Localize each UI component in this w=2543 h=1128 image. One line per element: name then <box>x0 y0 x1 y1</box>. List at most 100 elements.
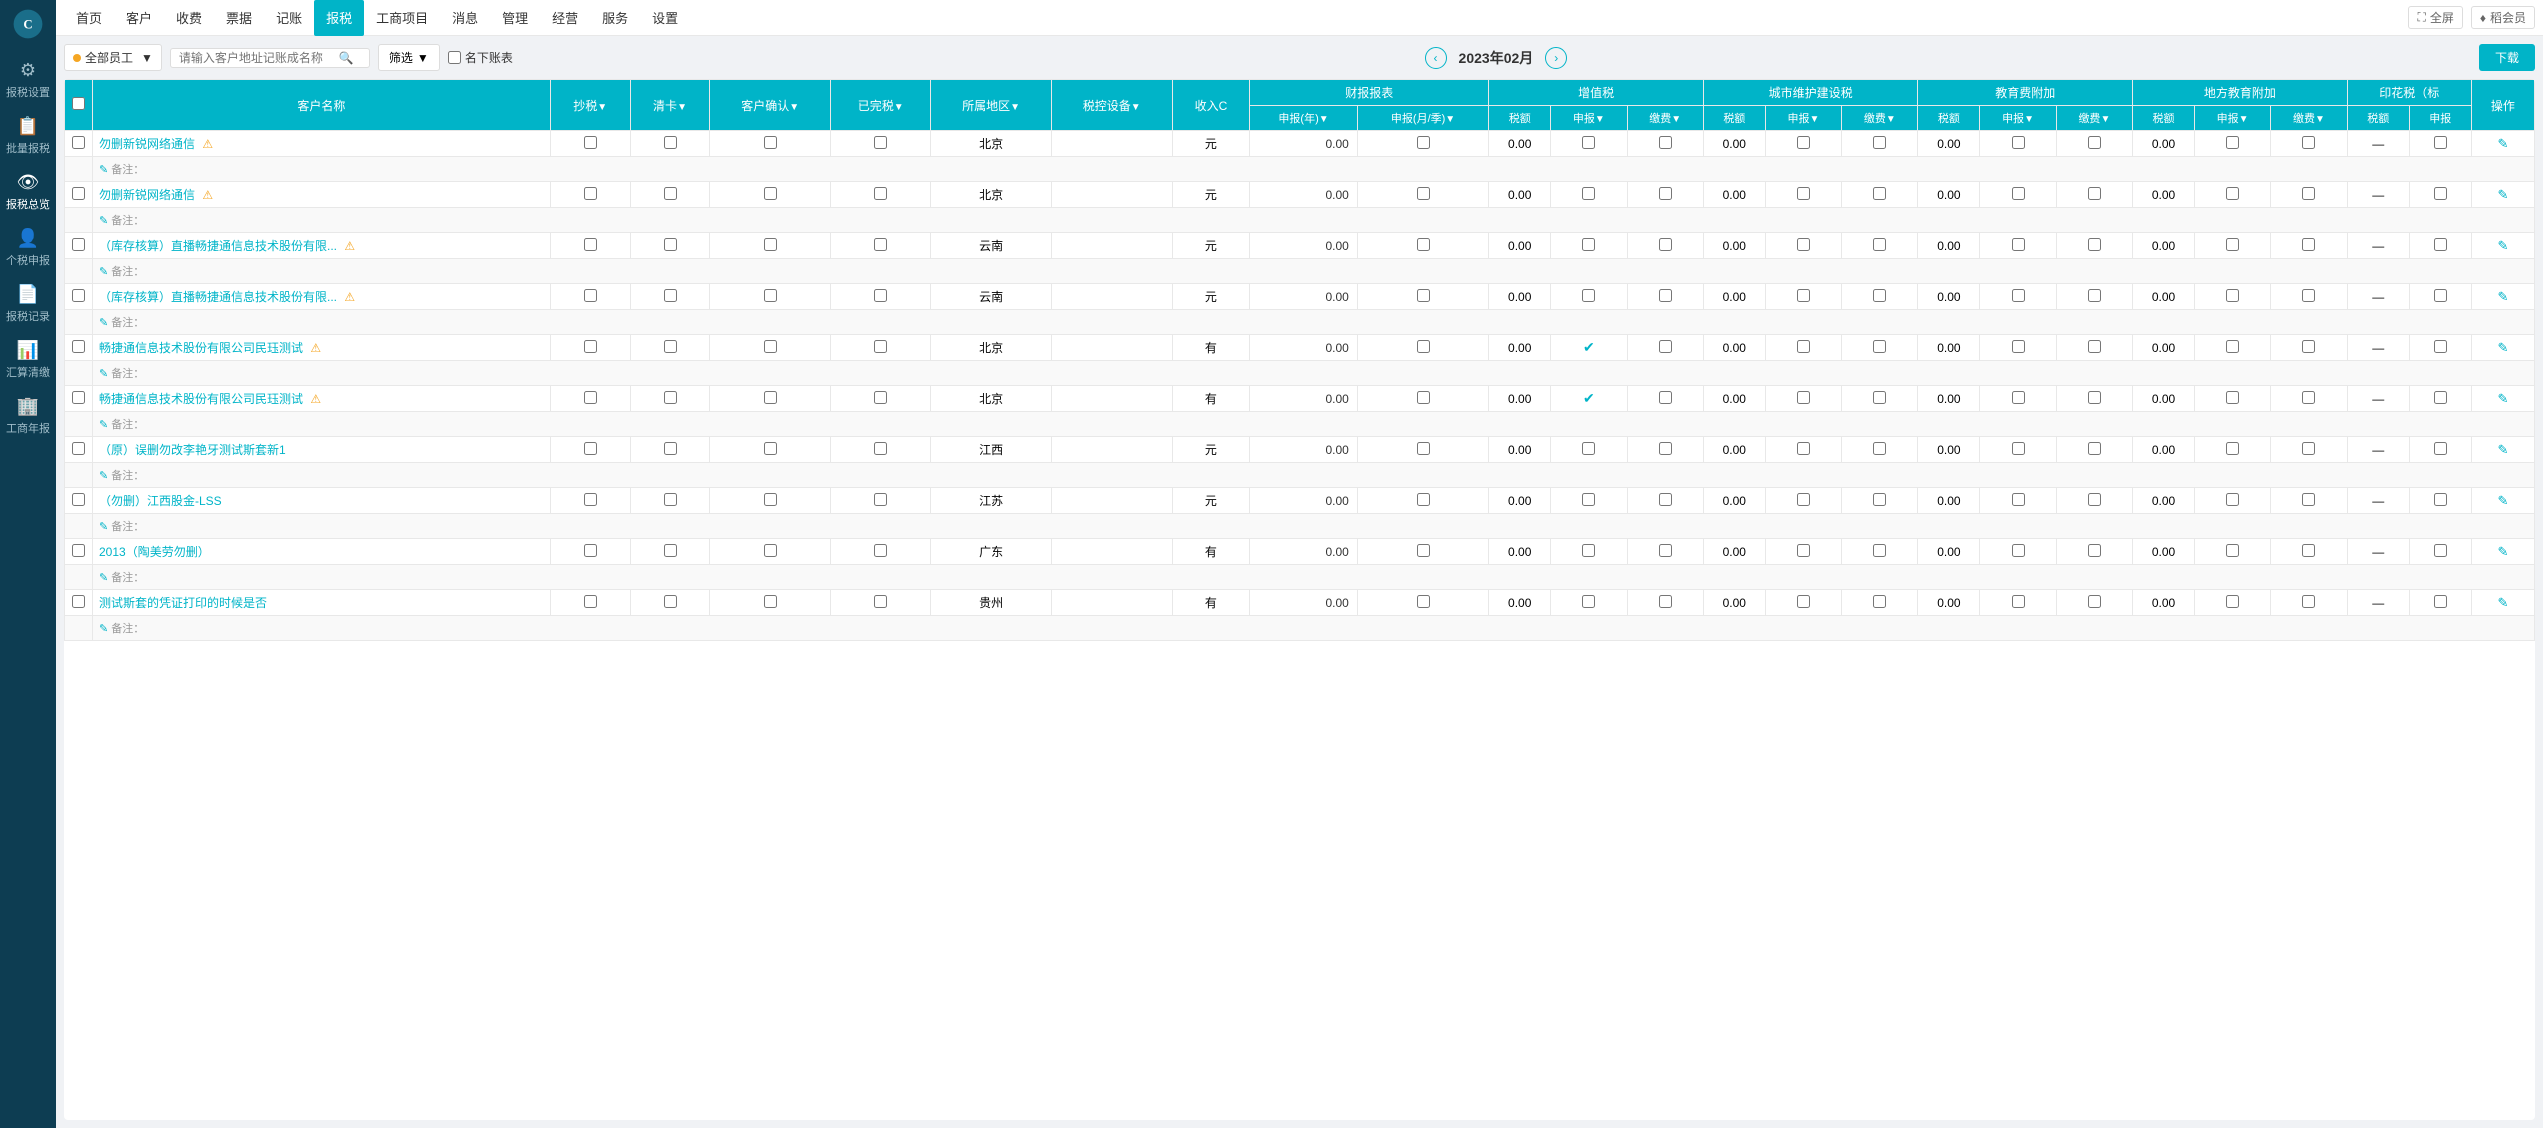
yh-declare-check[interactable] <box>2434 289 2447 302</box>
confirm-check[interactable] <box>764 187 777 200</box>
yh-declare-check[interactable] <box>2434 442 2447 455</box>
paid-check[interactable] <box>874 187 887 200</box>
cs-pay-check[interactable] <box>1873 238 1886 251</box>
df-pay-check[interactable] <box>2302 136 2315 149</box>
row-checkbox[interactable] <box>72 289 85 302</box>
edit-remark-icon[interactable]: ✎ <box>99 164 108 176</box>
cs-declare-check[interactable] <box>1797 544 1810 557</box>
jy-declare-check[interactable] <box>2012 187 2025 200</box>
customer-name-link[interactable]: 勿删新锐网络通信 <box>99 137 195 151</box>
edit-icon[interactable]: ✎ <box>2497 544 2508 559</box>
yh-declare-check[interactable] <box>2434 340 2447 353</box>
row-checkbox[interactable] <box>72 442 85 455</box>
caibao-year-check[interactable] <box>1417 544 1430 557</box>
membership-button[interactable]: ♦ 稻会员 <box>2471 6 2535 29</box>
edit-icon[interactable]: ✎ <box>2497 493 2508 508</box>
confirm-check[interactable] <box>764 442 777 455</box>
edit-remark-icon[interactable]: ✎ <box>99 368 108 380</box>
row-checkbox[interactable] <box>72 340 85 353</box>
yh-declare-check[interactable] <box>2434 187 2447 200</box>
nav-manage[interactable]: 管理 <box>490 0 540 36</box>
jy-pay-check[interactable] <box>2088 493 2101 506</box>
cs-pay-check[interactable] <box>1873 493 1886 506</box>
cs-pay-check[interactable] <box>1873 187 1886 200</box>
nav-customer[interactable]: 客户 <box>114 0 164 36</box>
confirm-check[interactable] <box>764 391 777 404</box>
df-declare-check[interactable] <box>2226 544 2239 557</box>
search-icon[interactable]: 🔍 <box>339 51 354 65</box>
cs-declare-check[interactable] <box>1797 595 1810 608</box>
confirm-check[interactable] <box>764 136 777 149</box>
customer-name-link[interactable]: 畅捷通信息技术股份有限公司民珏测试 <box>99 392 303 406</box>
jy-declare-check[interactable] <box>2012 391 2025 404</box>
row-checkbox[interactable] <box>72 391 85 404</box>
caibao-year-check[interactable] <box>1417 136 1430 149</box>
cs-declare-check[interactable] <box>1797 238 1810 251</box>
nav-tax[interactable]: 报税 <box>314 0 364 36</box>
customer-name-link[interactable]: 畅捷通信息技术股份有限公司民珏测试 <box>99 341 303 355</box>
edit-icon[interactable]: ✎ <box>2497 289 2508 304</box>
chaoshui-check[interactable] <box>584 136 597 149</box>
paid-check[interactable] <box>874 544 887 557</box>
edit-remark-icon[interactable]: ✎ <box>99 266 108 278</box>
sidebar-item-geshuishenbao[interactable]: 👤 个税申报 <box>0 220 56 276</box>
jy-pay-check[interactable] <box>2088 289 2101 302</box>
z-pay-check[interactable] <box>1659 391 1672 404</box>
qingka-check[interactable] <box>664 136 677 149</box>
paid-check[interactable] <box>874 340 887 353</box>
jy-declare-check[interactable] <box>2012 442 2025 455</box>
edit-remark-icon[interactable]: ✎ <box>99 521 108 533</box>
qingka-check[interactable] <box>664 493 677 506</box>
confirm-check[interactable] <box>764 340 777 353</box>
df-declare-check[interactable] <box>2226 187 2239 200</box>
paid-check[interactable] <box>874 595 887 608</box>
z-pay-check[interactable] <box>1659 289 1672 302</box>
edit-icon[interactable]: ✎ <box>2497 340 2508 355</box>
df-pay-check[interactable] <box>2302 442 2315 455</box>
row-checkbox[interactable] <box>72 187 85 200</box>
paid-check[interactable] <box>874 289 887 302</box>
cs-pay-check[interactable] <box>1873 442 1886 455</box>
chaoshui-check[interactable] <box>584 595 597 608</box>
edit-icon[interactable]: ✎ <box>2497 136 2508 151</box>
chaoshui-check[interactable] <box>584 391 597 404</box>
z-pay-check[interactable] <box>1659 595 1672 608</box>
jy-declare-check[interactable] <box>2012 136 2025 149</box>
z-pay-check[interactable] <box>1659 544 1672 557</box>
df-declare-check[interactable] <box>2226 238 2239 251</box>
chaoshui-check[interactable] <box>584 340 597 353</box>
caibao-year-check[interactable] <box>1417 187 1430 200</box>
yh-declare-check[interactable] <box>2434 136 2447 149</box>
sidebar-item-baoshuijilu[interactable]: 📄 报税记录 <box>0 276 56 332</box>
cs-pay-check[interactable] <box>1873 595 1886 608</box>
qingka-check[interactable] <box>664 187 677 200</box>
jy-pay-check[interactable] <box>2088 544 2101 557</box>
yh-declare-check[interactable] <box>2434 391 2447 404</box>
df-pay-check[interactable] <box>2302 187 2315 200</box>
edit-remark-icon[interactable]: ✎ <box>99 623 108 635</box>
fullscreen-button[interactable]: ⛶ 全屏 <box>2408 6 2462 29</box>
edit-icon[interactable]: ✎ <box>2497 595 2508 610</box>
chaoshui-check[interactable] <box>584 238 597 251</box>
qingka-check[interactable] <box>664 595 677 608</box>
nav-settings[interactable]: 设置 <box>640 0 690 36</box>
edit-icon[interactable]: ✎ <box>2497 442 2508 457</box>
row-checkbox[interactable] <box>72 238 85 251</box>
df-pay-check[interactable] <box>2302 544 2315 557</box>
paid-check[interactable] <box>874 238 887 251</box>
caibao-year-check[interactable] <box>1417 442 1430 455</box>
cs-declare-check[interactable] <box>1797 136 1810 149</box>
cs-declare-check[interactable] <box>1797 187 1810 200</box>
nav-service[interactable]: 服务 <box>590 0 640 36</box>
jy-declare-check[interactable] <box>2012 238 2025 251</box>
edit-remark-icon[interactable]: ✎ <box>99 419 108 431</box>
cs-pay-check[interactable] <box>1873 544 1886 557</box>
edit-remark-icon[interactable]: ✎ <box>99 572 108 584</box>
cs-declare-check[interactable] <box>1797 340 1810 353</box>
jy-declare-check[interactable] <box>2012 595 2025 608</box>
df-declare-check[interactable] <box>2226 289 2239 302</box>
confirm-check[interactable] <box>764 289 777 302</box>
row-checkbox[interactable] <box>72 493 85 506</box>
z-pay-check[interactable] <box>1659 493 1672 506</box>
jy-declare-check[interactable] <box>2012 340 2025 353</box>
